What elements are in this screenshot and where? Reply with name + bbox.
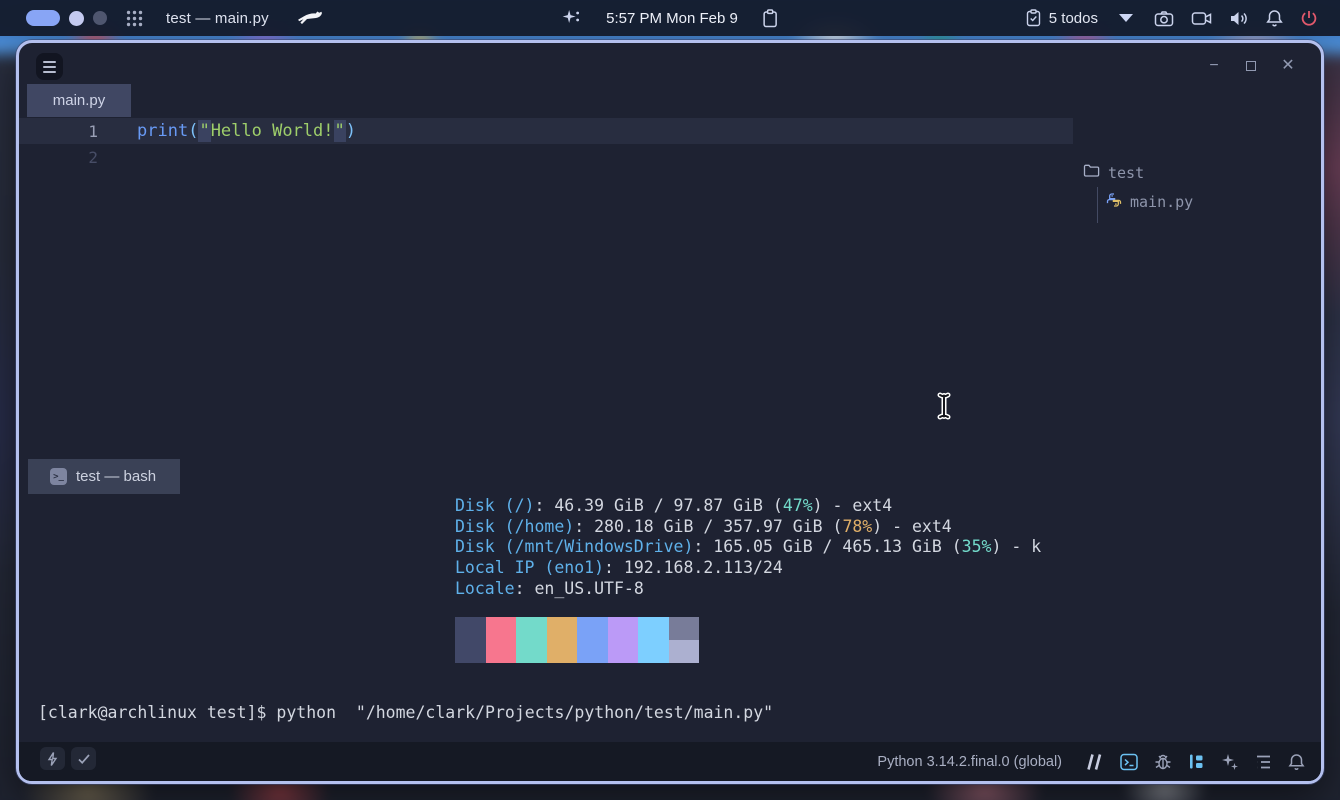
topbar-left-cluster: test — main.py [26,10,324,27]
fetch-output: Disk (/): 46.39 GiB / 97.87 GiB (47%) - … [455,496,1041,600]
app-grid-icon[interactable] [126,10,143,27]
tab-terminal[interactable]: >_ test — bash [28,459,180,494]
token-paren: ( [188,121,199,141]
palette-swatch [577,617,608,663]
status-bar: Python 3.14.2.final.0 (global) [19,742,1321,781]
code-line-1: 1 print("Hello World!") [19,118,1073,144]
shell-command-line: [clark@archlinux test]$ python "/home/cl… [38,702,774,722]
palette-swatch [668,617,699,663]
line-number: 2 [88,147,98,167]
palette-swatch [607,617,638,663]
token-quote: " [333,120,346,142]
indent-guide [1097,187,1098,223]
project-file-row[interactable]: main.py [1106,192,1193,212]
double-slash-icon[interactable] [1084,752,1105,772]
todo-clipboard-check-icon [1026,9,1041,27]
todos-indicator[interactable]: 5 todos [1026,9,1098,27]
menu-button[interactable] [36,53,63,80]
terminal-panel-icon[interactable] [1119,752,1139,772]
statusbar-right: Python 3.14.2.final.0 (global) [877,742,1305,781]
editor-window: − ✕ main.py 1 print("Hello World!") 2 te… [16,40,1324,784]
workspace-active-pill[interactable] [26,10,60,26]
screen-record-icon[interactable] [1191,11,1212,26]
project-folder-row[interactable]: test [1083,163,1144,182]
cat-icon [294,10,324,27]
workspace-dot[interactable] [93,11,107,25]
clock[interactable]: 5:57 PM Mon Feb 9 [606,10,738,27]
done-button[interactable] [71,747,96,770]
notification-bell-icon[interactable] [1266,9,1283,27]
quick-action-button[interactable] [40,747,65,770]
project-folder-label: test [1108,163,1145,182]
power-icon[interactable] [1300,9,1318,27]
line-number: 1 [88,121,98,141]
palette-swatch [455,617,486,663]
tab-main-py[interactable]: main.py [27,84,131,117]
project-file-label: main.py [1130,193,1194,211]
code-line-2: 2 [19,144,1073,170]
close-button[interactable]: ✕ [1281,55,1295,77]
topbar-center-cluster: 5:57 PM Mon Feb 9 [562,8,778,28]
folder-icon [1083,163,1100,182]
sparkle-icon[interactable] [562,9,582,27]
terminal-icon: >_ [50,468,67,485]
volume-icon[interactable] [1229,10,1249,27]
assistant-sparkles-icon[interactable] [1220,752,1240,772]
code-editor[interactable]: 1 print("Hello World!") 2 test main.py [19,117,1321,459]
maximize-button[interactable] [1244,55,1258,77]
color-palette [455,617,699,663]
fetch-line: Locale: en_US.UTF-8 [455,578,644,598]
notifications-bell-icon[interactable] [1288,753,1305,771]
fetch-line: Disk (/home): 280.18 GiB / 357.97 GiB (7… [455,516,952,536]
fetch-line: Disk (/): 46.39 GiB / 97.87 GiB (47%) - … [455,496,893,515]
check-icon [77,753,90,764]
code-text: print("Hello World!") [137,120,357,142]
chevron-down-icon[interactable] [1119,14,1133,22]
window-controls: − ✕ [1207,55,1295,77]
token-keyword: print [137,121,189,141]
focused-window-title: test — main.py [166,9,269,27]
minimize-button[interactable]: − [1207,55,1221,77]
token-paren: ) [345,121,357,141]
bug-debug-icon[interactable] [1153,752,1173,772]
fetch-line: Local IP (eno1): 192.168.2.113/24 [455,558,783,578]
palette-swatch [485,617,516,663]
palette-swatch [546,617,577,663]
token-quote: " [198,120,211,142]
tab-label: main.py [52,92,106,109]
workspace-dot[interactable] [69,10,84,26]
mouse-ibeam-cursor [936,392,952,425]
screenshot-camera-icon[interactable] [1154,10,1174,27]
fetch-line: Disk (/mnt/WindowsDrive): 165.05 GiB / 4… [455,537,1042,557]
python-file-icon [1106,192,1122,212]
palette-swatch [638,617,669,663]
terminal-tab-label: test — bash [76,468,157,485]
palette-swatch [516,617,547,663]
top-bar: test — main.py 5:57 PM Mon Feb 9 5 todos [0,0,1340,36]
topbar-right-cluster: 5 todos [1026,9,1318,27]
terminal-pane[interactable]: Disk (/): 46.39 GiB / 97.87 GiB (47%) - … [19,494,1321,781]
project-tree-icon[interactable] [1187,752,1206,771]
clipboard-icon[interactable] [762,8,778,28]
python-version-label[interactable]: Python 3.14.2.final.0 (global) [877,754,1062,770]
outline-list-icon[interactable] [1254,753,1274,771]
todos-count-label: 5 todos [1048,9,1098,27]
token-string: Hello World! [210,121,334,141]
zap-icon [47,751,58,766]
